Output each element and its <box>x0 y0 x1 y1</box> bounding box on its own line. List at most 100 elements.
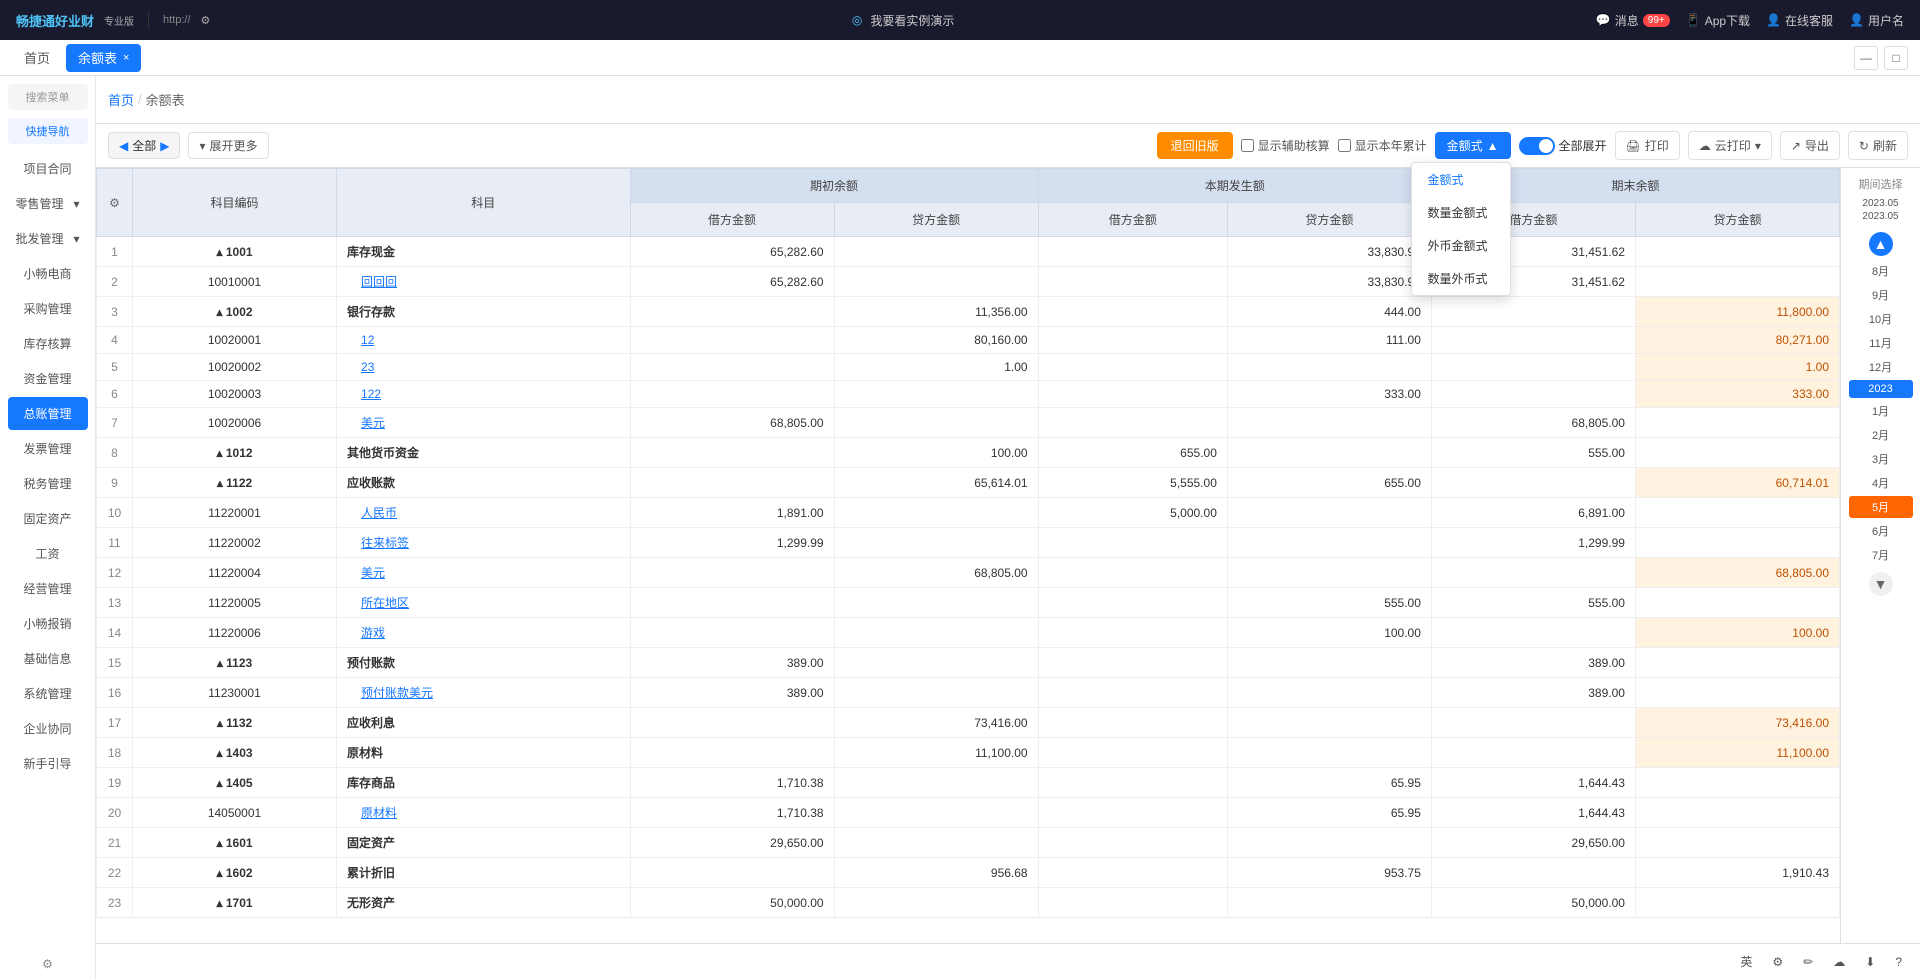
row-code[interactable]: 11220002 <box>133 528 337 558</box>
row-subject[interactable]: 库存商品 <box>337 768 631 798</box>
sidebar-item-wholesale[interactable]: 批发管理 ▾ <box>8 222 88 255</box>
refresh-btn[interactable]: ↻ 刷新 <box>1848 131 1908 160</box>
row-code[interactable]: 11220006 <box>133 618 337 648</box>
table-settings-icon[interactable]: ⚙ <box>109 196 120 210</box>
sidebar-item-ecommerce[interactable]: 小畅电商 <box>8 257 88 290</box>
row-subject[interactable]: 回回回 <box>337 267 631 297</box>
address-bar[interactable]: http:// <box>163 14 191 26</box>
row-subject[interactable]: 原材料 <box>337 798 631 828</box>
row-code[interactable]: ▴ 1012 <box>133 438 337 468</box>
bottom-cloud-btn[interactable]: ☁ <box>1827 952 1851 972</box>
row-code[interactable]: ▴ 1132 <box>133 708 337 738</box>
bottom-download-btn[interactable]: ⬇ <box>1859 952 1881 972</box>
row-subject[interactable]: 原材料 <box>337 738 631 768</box>
period-2[interactable]: 2月 <box>1849 424 1913 446</box>
tab-close-icon[interactable]: × <box>123 52 129 64</box>
sidebar-item-inventory[interactable]: 库存核算 <box>8 327 88 360</box>
period-12[interactable]: 12月 <box>1849 356 1913 378</box>
export-btn[interactable]: ↗ 导出 <box>1780 131 1840 160</box>
period-8[interactable]: 8月 <box>1849 260 1913 282</box>
period-up-btn[interactable]: ▲ <box>1869 232 1893 256</box>
mode-option-qty-amount[interactable]: 数量金额式 <box>1412 196 1510 229</box>
settings-gear[interactable]: ⚙ <box>201 14 211 27</box>
sidebar-item-fixed-assets[interactable]: 固定资产 <box>8 502 88 535</box>
show-ytd-checkbox[interactable]: 显示本年累计 <box>1338 137 1427 154</box>
row-code[interactable]: 11220005 <box>133 588 337 618</box>
expand-all-toggle[interactable]: 全部展开 <box>1519 137 1607 155</box>
bottom-help-btn[interactable]: ? <box>1889 952 1908 972</box>
row-code[interactable]: 10020003 <box>133 381 337 408</box>
row-code[interactable]: ▴ 1001 <box>133 237 337 267</box>
row-code[interactable]: ▴ 1002 <box>133 297 337 327</box>
sidebar-item-tax[interactable]: 税务管理 <box>8 467 88 500</box>
sidebar-item-enterprise[interactable]: 企业协同 <box>8 712 88 745</box>
row-subject[interactable]: 122 <box>337 381 631 408</box>
row-code[interactable]: 11220001 <box>133 498 337 528</box>
period-5[interactable]: 5月 <box>1849 496 1913 518</box>
sidebar-item-purchase[interactable]: 采购管理 <box>8 292 88 325</box>
row-subject[interactable]: 游戏 <box>337 618 631 648</box>
bottom-settings-btn[interactable]: ⚙ <box>1766 952 1789 972</box>
message-btn[interactable]: 💬 消息 99+ <box>1596 12 1670 29</box>
row-code[interactable]: ▴ 1403 <box>133 738 337 768</box>
cloud-print-btn[interactable]: ☁ 云打印 ▾ <box>1688 131 1772 160</box>
row-subject[interactable]: 固定资产 <box>337 828 631 858</box>
mode-option-currency-amount[interactable]: 外币金额式 <box>1412 229 1510 262</box>
period-10[interactable]: 10月 <box>1849 308 1913 330</box>
row-subject[interactable]: 库存现金 <box>337 237 631 267</box>
row-code[interactable]: ▴ 1405 <box>133 768 337 798</box>
period-1[interactable]: 1月 <box>1849 400 1913 422</box>
row-subject[interactable]: 往来标签 <box>337 528 631 558</box>
row-code[interactable]: ▴ 1601 <box>133 828 337 858</box>
period-3[interactable]: 3月 <box>1849 448 1913 470</box>
row-code[interactable]: 14050001 <box>133 798 337 828</box>
row-subject[interactable]: 美元 <box>337 558 631 588</box>
tab-maximize-btn[interactable]: □ <box>1884 46 1908 70</box>
bottom-lang-btn[interactable]: 英 <box>1734 950 1758 973</box>
back-old-version-btn[interactable]: 退回旧版 <box>1157 132 1233 159</box>
row-subject[interactable]: 预付账款 <box>337 648 631 678</box>
print-btn[interactable]: 🖨 打印 <box>1615 131 1680 160</box>
row-code[interactable]: 10020002 <box>133 354 337 381</box>
row-code[interactable]: 10020006 <box>133 408 337 438</box>
user-btn[interactable]: 👤 用户名 <box>1849 12 1904 29</box>
sidebar-item-guide[interactable]: 新手引导 <box>8 747 88 780</box>
sidebar-item-basic-info[interactable]: 基础信息 <box>8 642 88 675</box>
demo-link[interactable]: 我要看实例演示 <box>870 12 954 29</box>
row-code[interactable]: 11230001 <box>133 678 337 708</box>
period-2023-year[interactable]: 2023 <box>1849 380 1913 398</box>
bottom-edit-btn[interactable]: ✏ <box>1797 952 1819 972</box>
show-auxiliary-checkbox[interactable]: 显示辅助核算 <box>1241 137 1330 154</box>
row-subject[interactable]: 累计折旧 <box>337 858 631 888</box>
row-subject[interactable]: 人民币 <box>337 498 631 528</box>
sidebar-item-invoice[interactable]: 发票管理 <box>8 432 88 465</box>
sidebar-item-salary[interactable]: 工资 <box>8 537 88 570</box>
sidebar-item-system[interactable]: 系统管理 <box>8 677 88 710</box>
period-9[interactable]: 9月 <box>1849 284 1913 306</box>
row-code[interactable]: 11220004 <box>133 558 337 588</box>
sidebar-item-ledger[interactable]: 总账管理 <box>8 397 88 430</box>
period-11[interactable]: 11月 <box>1849 332 1913 354</box>
row-code[interactable]: 10010001 <box>133 267 337 297</box>
sidebar-item-operations[interactable]: 经营管理 <box>8 572 88 605</box>
settings-col-header[interactable]: ⚙ <box>97 169 133 237</box>
filter-all-tag[interactable]: ◀ 全部 ▶ <box>108 132 180 159</box>
row-code[interactable]: 10020001 <box>133 327 337 354</box>
tab-balance[interactable]: 余额表 × <box>66 44 141 72</box>
row-code[interactable]: ▴ 1123 <box>133 648 337 678</box>
row-subject[interactable]: 银行存款 <box>337 297 631 327</box>
sidebar-item-capital[interactable]: 资金管理 <box>8 362 88 395</box>
online-service-btn[interactable]: 👤 在线客服 <box>1766 12 1833 29</box>
row-subject[interactable]: 23 <box>337 354 631 381</box>
sidebar-item-retail[interactable]: 零售管理 ▾ <box>8 187 88 220</box>
auxiliary-checkbox-input[interactable] <box>1241 139 1254 152</box>
period-down-btn[interactable]: ▼ <box>1869 572 1893 596</box>
tab-minimize-btn[interactable]: — <box>1854 46 1878 70</box>
sidebar-search[interactable]: 搜索菜单 <box>8 84 88 110</box>
tab-home[interactable]: 首页 <box>12 44 62 72</box>
row-subject[interactable]: 所在地区 <box>337 588 631 618</box>
toggle-switch[interactable] <box>1519 137 1555 155</box>
row-code[interactable]: ▴ 1122 <box>133 468 337 498</box>
sidebar-quick-nav[interactable]: 快捷导航 <box>8 118 88 144</box>
row-subject[interactable]: 无形资产 <box>337 888 631 918</box>
